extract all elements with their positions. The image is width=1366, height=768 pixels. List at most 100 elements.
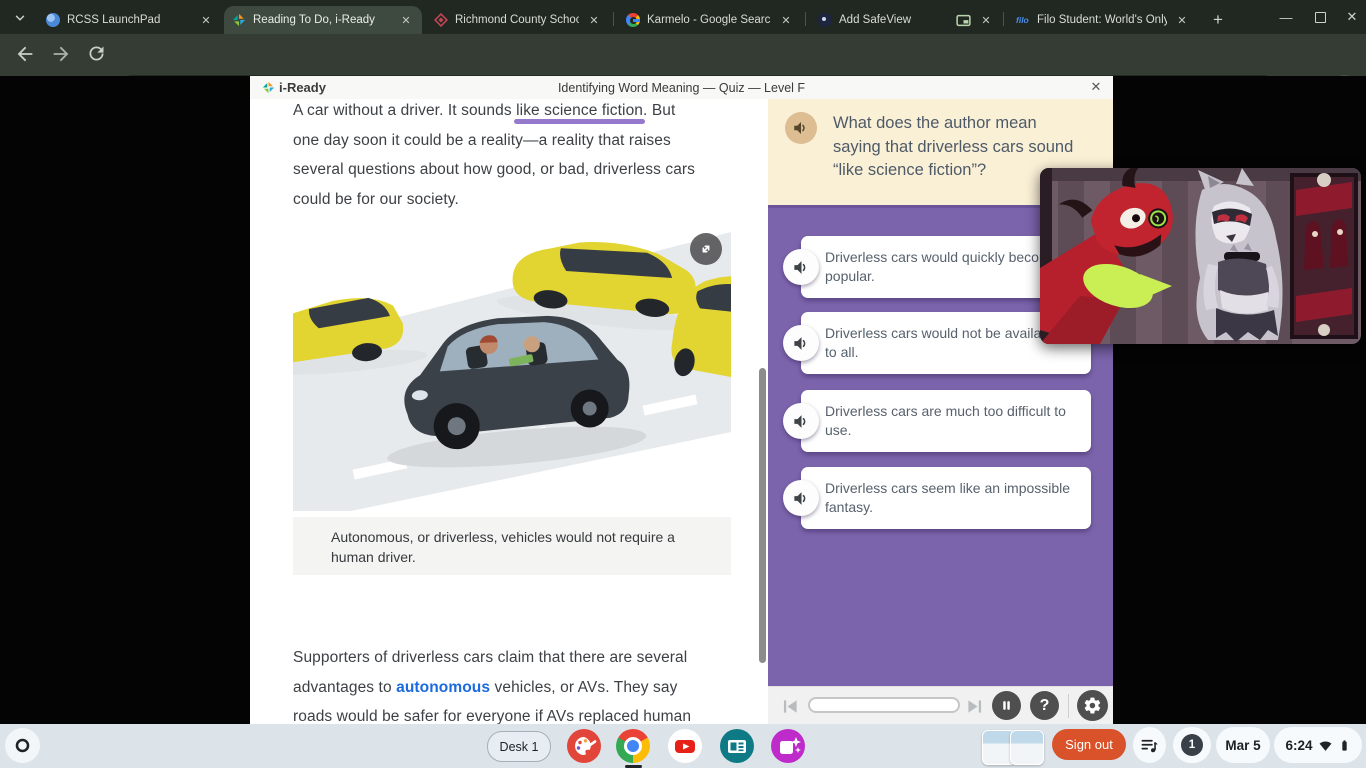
pip-video-player[interactable] [1040, 168, 1361, 344]
passage-line: one day soon it could be a reality—a rea… [293, 131, 671, 149]
capture-app-icon[interactable] [771, 729, 805, 763]
tab-reading-iready[interactable]: Reading To Do, i-Ready ✕ [224, 6, 422, 34]
expand-image-button[interactable] [690, 233, 722, 265]
settings-gear-icon [1084, 697, 1101, 714]
filo-icon: filo [1016, 15, 1029, 25]
passage-pane[interactable]: A car without a driver. It sounds like s… [250, 99, 768, 724]
news-card-icon [728, 740, 746, 753]
question-audio-button[interactable] [785, 112, 817, 144]
canvas-app-icon[interactable] [567, 729, 601, 763]
reload-icon [89, 46, 104, 61]
help-button[interactable]: ? [1030, 691, 1059, 720]
passage-line: roads would be safer for everyone if AVs… [293, 708, 692, 724]
tab-close-icon[interactable]: ✕ [978, 12, 994, 28]
window-close-button[interactable]: ✕ [1338, 4, 1366, 30]
media-controls-button[interactable] [1133, 727, 1166, 763]
control-divider [1068, 694, 1069, 718]
desk-button[interactable]: Desk 1 [487, 731, 551, 762]
launcher-button[interactable] [5, 728, 40, 763]
new-tab-button[interactable]: + [1206, 8, 1230, 32]
wifi-icon [1319, 740, 1331, 751]
window-previews[interactable] [982, 730, 1046, 765]
tab-label: Filo Student: World's Only I [1037, 14, 1167, 26]
clock-label: 6:24 [1285, 737, 1313, 753]
answer-line: Driverless cars seem like an impossible [825, 479, 1071, 496]
palette-icon [575, 737, 597, 755]
skip-forward-icon[interactable] [964, 696, 985, 717]
forward-button[interactable] [50, 43, 74, 67]
screen: RCSS LaunchPad ✕ Reading To Do, i-Ready … [0, 0, 1366, 768]
passage-line: A car without a driver. It sounds like s… [293, 99, 743, 126]
passage-line: several questions about how good, or bad… [293, 161, 696, 178]
tab-close-icon[interactable]: ✕ [1174, 12, 1190, 28]
tab-search-button[interactable] [8, 7, 32, 29]
system-shelf: Desk 1 Sign out 1 Mar 5 6:24 [0, 724, 1366, 768]
quiz-close-button[interactable]: ✕ [1087, 78, 1105, 96]
answer-2-audio-button[interactable] [783, 325, 819, 361]
caption-line: human driver. [331, 548, 416, 565]
news-app-icon[interactable] [720, 729, 754, 763]
tab-rcss-launchpad[interactable]: RCSS LaunchPad ✕ [38, 6, 222, 34]
chrome-core [627, 740, 639, 752]
reload-button[interactable] [86, 43, 110, 67]
answer-option-3[interactable]: Driverless cars are much too difficult t… [801, 390, 1091, 452]
browser-toolbar: login.i-ready.com/student/dashboard/home [0, 34, 1366, 105]
tab-close-icon[interactable]: ✕ [778, 12, 794, 28]
passage-line: Supporters of driverless cars claim that… [293, 649, 688, 666]
tab-label: Reading To Do, i-Ready [253, 14, 375, 26]
answer-line: use. [825, 422, 852, 438]
tab-richmond-county[interactable]: Richmond County School S ✕ [426, 6, 610, 34]
passage-text: advantages to [293, 678, 397, 696]
window-thumbnail [1010, 730, 1044, 765]
forward-icon [53, 46, 69, 62]
answer-3-audio-button[interactable] [783, 403, 819, 439]
quiz-window: Identifying Word Meaning — Quiz — Level … [250, 76, 1113, 724]
answer-4-audio-button[interactable] [783, 480, 819, 516]
help-icon: ? [1039, 696, 1050, 714]
tab-label: Karmelo - Google Search [647, 14, 771, 26]
chrome-app-icon[interactable] [616, 729, 650, 763]
tab-separator [613, 12, 614, 26]
quiz-control-bar: ? [768, 686, 1113, 724]
pause-button[interactable] [992, 691, 1021, 720]
safeview-icon [818, 13, 832, 27]
notification-counter[interactable]: 1 [1173, 727, 1211, 763]
answer-line: Driverless cars are much too difficult t… [825, 402, 1066, 419]
tab-add-safeview[interactable]: Add SafeView ✕ [810, 6, 1002, 34]
tab-karmelo-search[interactable]: Karmelo - Google Search ✕ [618, 6, 802, 34]
tab-close-icon[interactable]: ✕ [198, 12, 214, 28]
passage-text: A car without a driver. It sounds [293, 102, 517, 119]
tab-strip: RCSS LaunchPad ✕ Reading To Do, i-Ready … [0, 0, 1366, 34]
highlighted-phrase[interactable]: like science fiction [516, 102, 643, 119]
question-line: What does the author mean [833, 114, 1037, 132]
skip-back-icon[interactable] [780, 696, 801, 717]
youtube-app-icon[interactable] [668, 729, 702, 763]
passage-scrollbar[interactable] [759, 368, 766, 663]
quiz-title: Identifying Word Meaning — Quiz — Level … [557, 80, 806, 95]
sign-out-button[interactable]: Sign out [1052, 729, 1126, 760]
tab-close-icon[interactable]: ✕ [586, 12, 602, 28]
iready-cube-icon [232, 13, 246, 27]
answer-option-4[interactable]: Driverless cars seem like an impossible … [801, 467, 1091, 529]
window-minimize-button[interactable]: — [1272, 4, 1300, 30]
tab-label: Add SafeView [839, 14, 912, 26]
sign-out-label: Sign out [1065, 737, 1113, 752]
tab-close-icon[interactable]: ✕ [398, 12, 414, 28]
tab-filo-student[interactable]: filo Filo Student: World's Only I ✕ [1008, 6, 1198, 34]
passage-illustration [293, 226, 731, 511]
date-button[interactable]: Mar 5 [1216, 727, 1270, 763]
back-button[interactable] [14, 43, 38, 67]
browser-content: Identifying Word Meaning — Quiz — Level … [0, 76, 1366, 724]
passage-line: could be for our society. [293, 190, 459, 208]
audio-progress-bar[interactable] [808, 697, 960, 713]
restore-icon [1314, 11, 1326, 23]
answer-1-audio-button[interactable] [783, 249, 819, 285]
window-restore-button[interactable] [1306, 4, 1334, 30]
vocabulary-link[interactable]: autonomous [396, 679, 490, 696]
status-tray[interactable]: 6:24 [1274, 727, 1362, 763]
settings-button[interactable] [1077, 690, 1108, 721]
speaker-icon [794, 122, 805, 134]
back-icon [17, 46, 33, 62]
date-label: Mar 5 [1225, 737, 1261, 753]
chevron-down-icon [15, 15, 25, 21]
